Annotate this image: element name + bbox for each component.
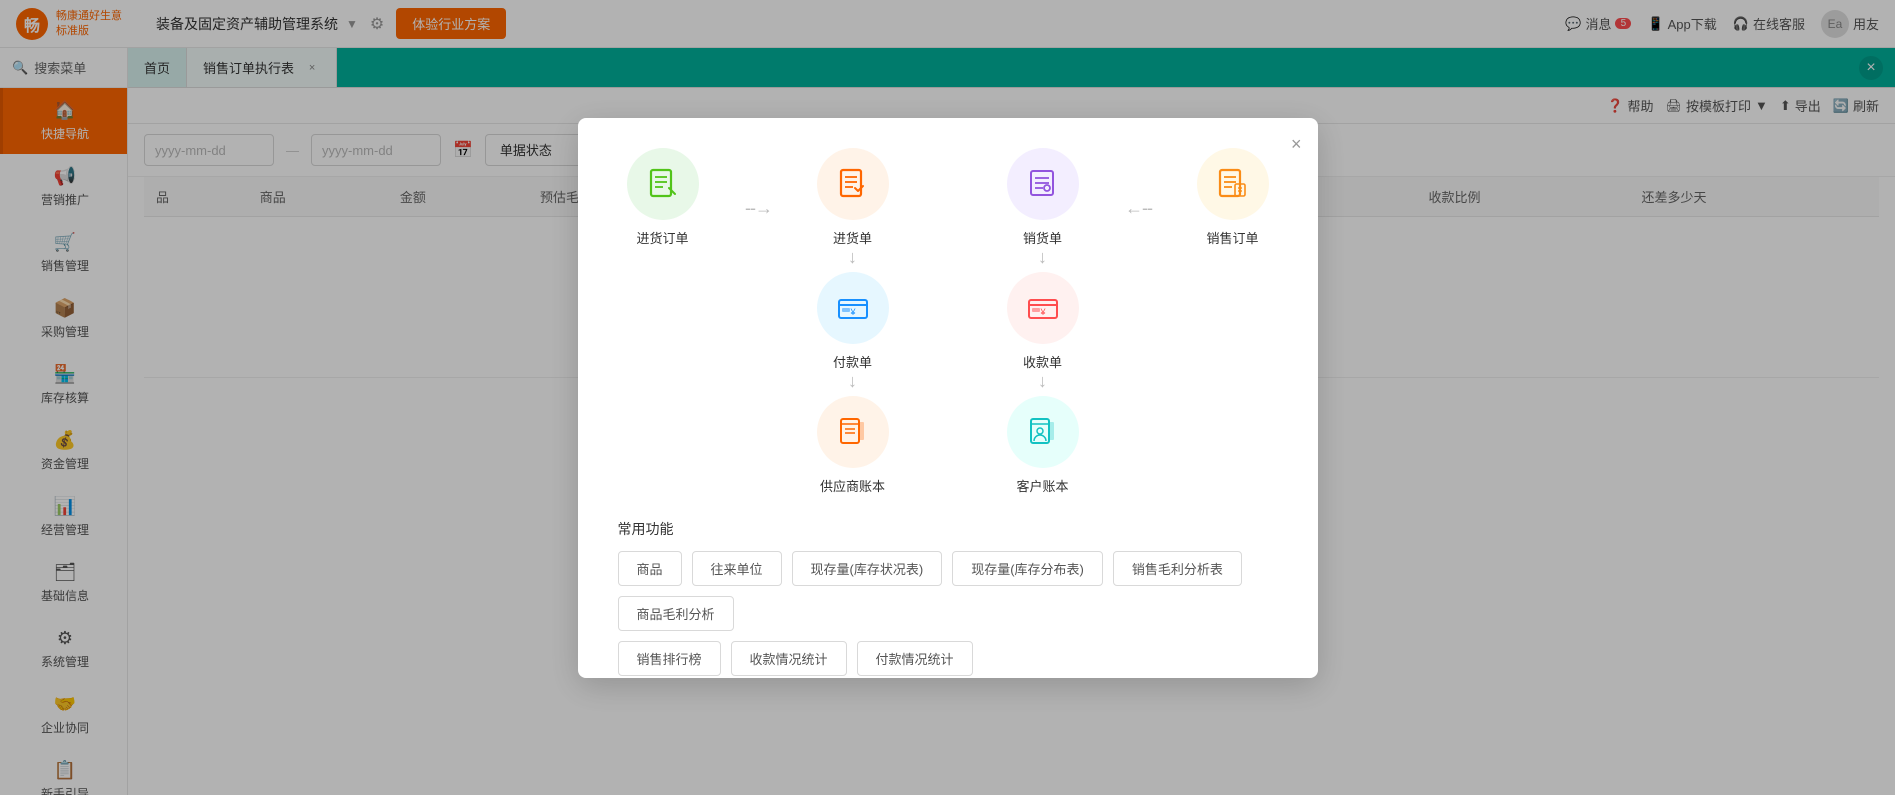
flow-node-customer-ledger[interactable]: 客户账本 (1007, 396, 1079, 495)
common-btn-stock-status[interactable]: 现存量(库存状况表) (792, 551, 943, 586)
sales-order-icon (1197, 148, 1269, 220)
spacer-arrow-0-1 (733, 247, 783, 268)
spacer-d2-mid (923, 371, 973, 392)
flow-section: 进货订单 - - → 进货单 (618, 148, 1278, 495)
svg-text:¥: ¥ (849, 307, 856, 317)
spacer-arrow-3-2 (1113, 247, 1163, 268)
flow-node-sales-order[interactable]: 销售订单 (1197, 148, 1269, 247)
flow-col-3: 销售订单 (1163, 148, 1303, 247)
spacer-d2-23 (1113, 371, 1163, 392)
spacer-down-3 (1163, 247, 1303, 268)
sales-bill-icon (1007, 148, 1079, 220)
flow-col-customer: 客户账本 (973, 396, 1113, 495)
flow-node-receipt-bill[interactable]: ¥ 收款单 (1007, 272, 1079, 371)
common-btn-product-gross[interactable]: 商品毛利分析 (618, 596, 734, 631)
down-arrow-pay: ↓ (783, 371, 923, 392)
flow-node-sales-bill[interactable]: 销货单 (1007, 148, 1079, 247)
common-btn-payment-stats[interactable]: 付款情况统计 (857, 641, 973, 676)
purchase-order-icon (627, 148, 699, 220)
spacer-d2-01 (733, 371, 783, 392)
arrow-3-2: ← - - (1113, 198, 1163, 247)
flow-col-2: 销货单 (973, 148, 1113, 247)
flow-node-purchase-order[interactable]: 进货订单 (627, 148, 699, 247)
flow-col-supplier: 供应商账本 (783, 396, 923, 495)
popup: × 进货订单 - - → (578, 118, 1318, 678)
flow-col-0: 进货订单 (593, 148, 733, 247)
common-btn-product[interactable]: 商品 (618, 551, 682, 586)
customer-ledger-icon (1007, 396, 1079, 468)
down-arrow-1: ↓ (783, 247, 923, 268)
receipt-bill-icon: ¥ (1007, 272, 1079, 344)
arrow-0-1: - - → (733, 198, 783, 247)
spacer-d2-0 (593, 371, 733, 392)
flow-node-supplier-ledger[interactable]: 供应商账本 (817, 396, 889, 495)
popup-overlay[interactable]: × 进货订单 - - → (0, 0, 1895, 795)
flow-node-payment-bill[interactable]: ¥ 付款单 (817, 272, 889, 371)
common-buttons-row-1: 商品 往来单位 现存量(库存状况表) 现存量(库存分布表) 销售毛利分析表 商品… (618, 551, 1278, 631)
flow-col-1: 进货单 (783, 148, 923, 247)
spacer-d2-3 (1163, 371, 1303, 392)
supplier-ledger-icon (817, 396, 889, 468)
common-btn-counterparty[interactable]: 往来单位 (692, 551, 782, 586)
purchase-bill-icon (817, 148, 889, 220)
flow-node-purchase-bill[interactable]: 进货单 (817, 148, 889, 247)
spacer-down-0 (593, 247, 733, 268)
svg-text:¥: ¥ (1039, 307, 1046, 317)
common-functions-title: 常用功能 (618, 519, 1278, 539)
spacer-arrow-mid (923, 247, 973, 268)
payment-bill-icon: ¥ (817, 272, 889, 344)
down-arrow-rec: ↓ (973, 371, 1113, 392)
down-arrow-2: ↓ (973, 247, 1113, 268)
popup-close-button[interactable]: × (1291, 134, 1302, 155)
common-btn-sales-gross[interactable]: 销售毛利分析表 (1113, 551, 1242, 586)
common-btn-stock-dist[interactable]: 现存量(库存分布表) (952, 551, 1103, 586)
flow-col-payment: ¥ 付款单 (783, 272, 923, 371)
common-btn-sales-ranking[interactable]: 销售排行榜 (618, 641, 721, 676)
common-buttons-row-2: 销售排行榜 收款情况统计 付款情况统计 (618, 641, 1278, 676)
common-btn-receipt-stats[interactable]: 收款情况统计 (731, 641, 847, 676)
flow-col-receipt: ¥ 收款单 (973, 272, 1113, 371)
common-functions-section: 常用功能 商品 往来单位 现存量(库存状况表) 现存量(库存分布表) 销售毛利分… (618, 519, 1278, 676)
